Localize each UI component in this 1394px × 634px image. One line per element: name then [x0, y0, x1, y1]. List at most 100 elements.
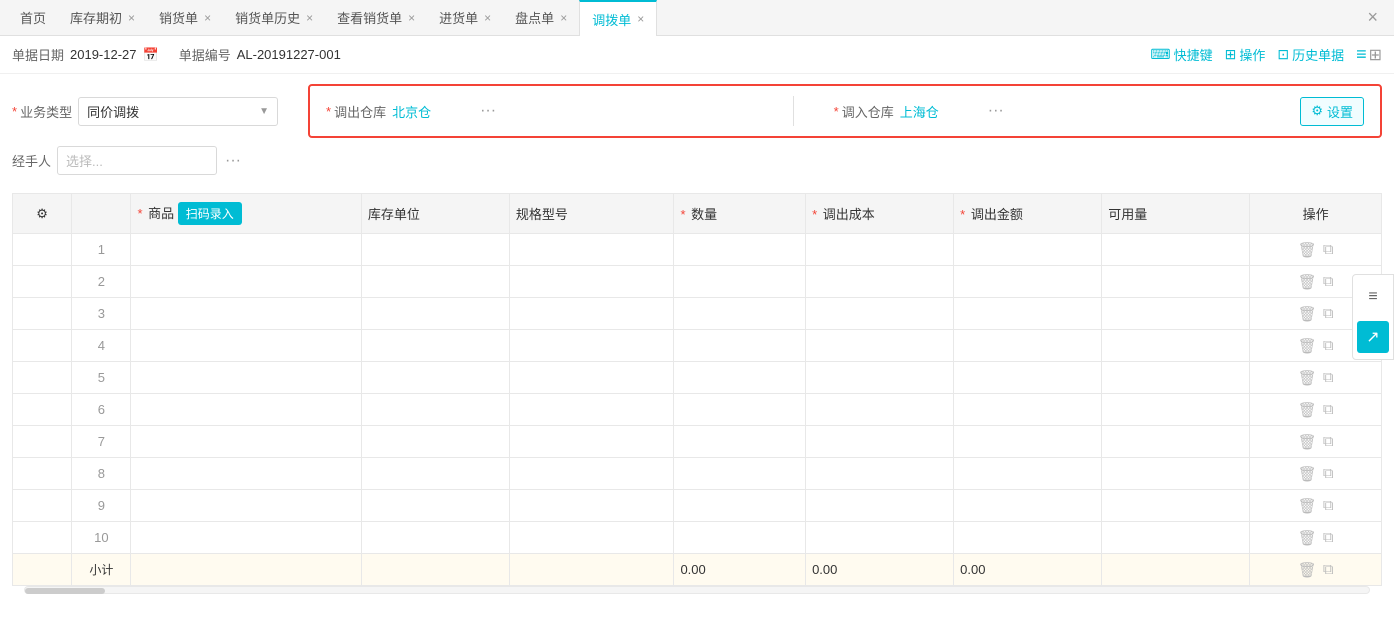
row-spec-cell[interactable]	[509, 458, 674, 490]
row-product-cell[interactable]	[131, 394, 361, 426]
tab-close-purchase-order[interactable]: ×	[484, 11, 491, 25]
row-amount-cell[interactable]	[954, 330, 1102, 362]
subtotal-copy-icon[interactable]: ⧉	[1323, 561, 1334, 578]
row-amount-cell[interactable]	[954, 266, 1102, 298]
row-product-cell[interactable]	[131, 298, 361, 330]
row-amount-cell[interactable]	[954, 298, 1102, 330]
row-delete-icon[interactable]: 🗑	[1298, 273, 1317, 291]
row-copy-icon[interactable]: ⧉	[1323, 241, 1334, 258]
row-amount-cell[interactable]	[954, 522, 1102, 554]
row-product-cell[interactable]	[131, 266, 361, 298]
row-delete-icon[interactable]: 🗑	[1298, 369, 1317, 387]
row-amount-cell[interactable]	[954, 490, 1102, 522]
tab-sales-history[interactable]: 销货单历史 ×	[223, 0, 325, 36]
row-qty-cell[interactable]	[674, 426, 806, 458]
scrollbar-thumb[interactable]	[25, 588, 105, 594]
shortcuts-btn[interactable]: ⌨ 快捷键	[1150, 45, 1212, 64]
row-delete-icon[interactable]: 🗑	[1298, 401, 1317, 419]
row-cost-cell[interactable]	[806, 458, 954, 490]
tab-home[interactable]: 首页	[8, 0, 58, 36]
row-unit-cell[interactable]	[361, 394, 509, 426]
row-unit-cell[interactable]	[361, 266, 509, 298]
row-unit-cell[interactable]	[361, 330, 509, 362]
row-amount-cell[interactable]	[954, 362, 1102, 394]
row-cost-cell[interactable]	[806, 330, 954, 362]
tab-transfer[interactable]: 调拨单 ×	[579, 0, 657, 36]
tab-sales-order[interactable]: 销货单 ×	[147, 0, 223, 36]
row-cost-cell[interactable]	[806, 522, 954, 554]
row-delete-icon[interactable]: 🗑	[1298, 337, 1317, 355]
row-copy-icon[interactable]: ⧉	[1323, 465, 1334, 482]
row-unit-cell[interactable]	[361, 426, 509, 458]
row-qty-cell[interactable]	[674, 458, 806, 490]
row-qty-cell[interactable]	[674, 362, 806, 394]
row-cost-cell[interactable]	[806, 394, 954, 426]
row-cost-cell[interactable]	[806, 362, 954, 394]
row-qty-cell[interactable]	[674, 522, 806, 554]
row-cost-cell[interactable]	[806, 266, 954, 298]
subtotal-delete-icon[interactable]: 🗑	[1298, 561, 1317, 579]
history-btn[interactable]: ⊡ 历史单据	[1277, 45, 1344, 64]
warehouse-settings-button[interactable]: ⚙ 设置	[1300, 97, 1364, 126]
tab-close-sales-history[interactable]: ×	[306, 11, 313, 25]
tab-close-view-sales[interactable]: ×	[408, 11, 415, 25]
row-spec-cell[interactable]	[509, 266, 674, 298]
row-qty-cell[interactable]	[674, 234, 806, 266]
warehouse-in-more-icon[interactable]: ···	[988, 102, 1004, 120]
row-product-cell[interactable]	[131, 330, 361, 362]
biz-type-dropdown[interactable]: 同价调拨 ▼	[78, 97, 278, 126]
row-copy-icon[interactable]: ⧉	[1323, 273, 1334, 290]
row-delete-icon[interactable]: 🗑	[1298, 465, 1317, 483]
row-amount-cell[interactable]	[954, 426, 1102, 458]
row-unit-cell[interactable]	[361, 522, 509, 554]
row-product-cell[interactable]	[131, 426, 361, 458]
row-qty-cell[interactable]	[674, 298, 806, 330]
tab-close-sales-order[interactable]: ×	[204, 11, 211, 25]
row-copy-icon[interactable]: ⧉	[1323, 529, 1334, 546]
row-product-cell[interactable]	[131, 522, 361, 554]
row-spec-cell[interactable]	[509, 298, 674, 330]
row-cost-cell[interactable]	[806, 426, 954, 458]
row-spec-cell[interactable]	[509, 394, 674, 426]
tab-close-stocktake[interactable]: ×	[560, 11, 567, 25]
layout-list-icon[interactable]: ≡	[1356, 44, 1367, 65]
row-cost-cell[interactable]	[806, 234, 954, 266]
row-delete-icon[interactable]: 🗑	[1298, 497, 1317, 515]
horizontal-scrollbar[interactable]	[24, 586, 1370, 594]
scan-entry-button[interactable]: 扫码录入	[178, 202, 242, 225]
warehouse-out-more-icon[interactable]: ···	[480, 102, 496, 120]
row-unit-cell[interactable]	[361, 362, 509, 394]
row-spec-cell[interactable]	[509, 490, 674, 522]
window-close-button[interactable]: ×	[1359, 7, 1386, 28]
row-qty-cell[interactable]	[674, 330, 806, 362]
row-amount-cell[interactable]	[954, 234, 1102, 266]
row-copy-icon[interactable]: ⧉	[1323, 401, 1334, 418]
row-delete-icon[interactable]: 🗑	[1298, 241, 1317, 259]
row-product-cell[interactable]	[131, 490, 361, 522]
row-spec-cell[interactable]	[509, 522, 674, 554]
row-qty-cell[interactable]	[674, 394, 806, 426]
row-unit-cell[interactable]	[361, 490, 509, 522]
operations-btn[interactable]: ⊞ 操作	[1225, 45, 1266, 64]
row-amount-cell[interactable]	[954, 458, 1102, 490]
handler-dropdown[interactable]: 选择...	[57, 146, 217, 175]
row-spec-cell[interactable]	[509, 330, 674, 362]
handler-more-icon[interactable]: ···	[225, 152, 241, 170]
row-qty-cell[interactable]	[674, 490, 806, 522]
row-spec-cell[interactable]	[509, 362, 674, 394]
row-cost-cell[interactable]	[806, 490, 954, 522]
row-amount-cell[interactable]	[954, 394, 1102, 426]
row-cost-cell[interactable]	[806, 298, 954, 330]
row-unit-cell[interactable]	[361, 298, 509, 330]
tab-close-transfer[interactable]: ×	[637, 12, 644, 26]
row-spec-cell[interactable]	[509, 234, 674, 266]
tab-inventory-init[interactable]: 库存期初 ×	[58, 0, 147, 36]
col-header-settings[interactable]: ⚙	[13, 194, 72, 234]
row-copy-icon[interactable]: ⧉	[1323, 305, 1334, 322]
tab-view-sales[interactable]: 查看销货单 ×	[325, 0, 427, 36]
row-delete-icon[interactable]: 🗑	[1298, 529, 1317, 547]
row-product-cell[interactable]	[131, 362, 361, 394]
row-unit-cell[interactable]	[361, 458, 509, 490]
row-copy-icon[interactable]: ⧉	[1323, 433, 1334, 450]
tab-stocktake[interactable]: 盘点单 ×	[503, 0, 579, 36]
